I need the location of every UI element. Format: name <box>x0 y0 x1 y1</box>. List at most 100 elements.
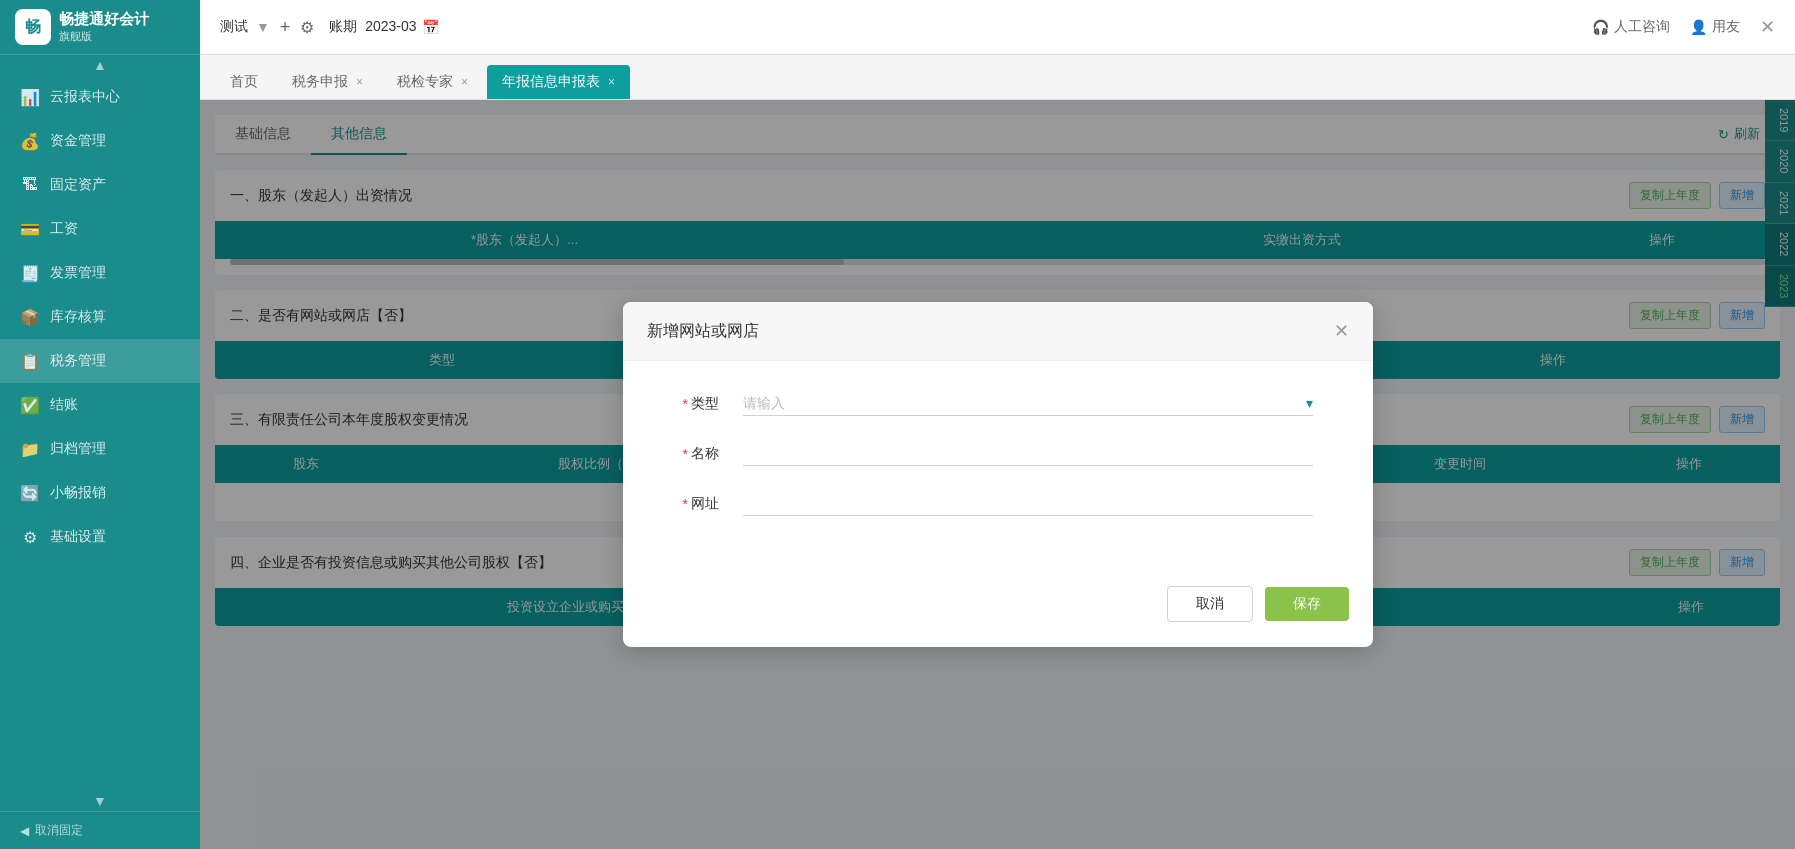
tab-annual-close[interactable]: × <box>608 75 615 89</box>
sidebar-item-jiezhang[interactable]: ✅ 结账 <box>0 383 200 427</box>
content: 基础信息 其他信息 ↻ 刷新 一、股东（发起人）出资情况 复制 <box>200 100 1795 849</box>
tab-annual[interactable]: 年报信息申报表 × <box>487 65 630 99</box>
dialog-close-button[interactable]: ✕ <box>1334 320 1349 342</box>
sidebar-item-label: 基础设置 <box>50 528 106 546</box>
type-input[interactable] <box>743 395 1306 411</box>
topbar-right: 🎧 人工咨询 👤 用友 ✕ <box>1592 16 1775 38</box>
sidebar-item-jichu[interactable]: ⚙ 基础设置 <box>0 515 200 559</box>
jiezhang-icon: ✅ <box>20 395 40 415</box>
add-button[interactable]: + <box>280 17 291 38</box>
sidebar-item-label: 库存核算 <box>50 308 106 326</box>
tab-tax[interactable]: 税务申报 × <box>277 65 378 99</box>
cancel-button[interactable]: 取消 <box>1167 586 1253 622</box>
save-button[interactable]: 保存 <box>1265 587 1349 621</box>
tab-home[interactable]: 首页 <box>215 65 273 99</box>
sidebar-item-zijin[interactable]: 💰 资金管理 <box>0 119 200 163</box>
form-row-name: * 名称 <box>683 441 1313 466</box>
settings-icon[interactable]: ⚙ <box>300 18 314 37</box>
url-input[interactable] <box>743 495 1313 511</box>
gudingzichan-icon: 🏗 <box>20 175 40 195</box>
kucun-icon: 📦 <box>20 307 40 327</box>
yunbaobiao-icon: 📊 <box>20 87 40 107</box>
sidebar-bottom-label: 取消固定 <box>35 822 83 839</box>
label-text-name: 名称 <box>691 445 719 463</box>
sidebar-item-label: 发票管理 <box>50 264 106 282</box>
dialog-footer: 取消 保存 <box>623 571 1373 647</box>
period-text: 账期 <box>329 18 357 34</box>
fapiao-icon: 🧾 <box>20 263 40 283</box>
topbar-close-button[interactable]: ✕ <box>1760 16 1775 38</box>
period-label: 账期 2023-03 <box>329 18 416 36</box>
sidebar-item-xiaochangbaoxiao[interactable]: 🔄 小畅报销 <box>0 471 200 515</box>
shuiwu-icon: 📋 <box>20 351 40 371</box>
sidebar-item-gongzi[interactable]: 💳 工资 <box>0 207 200 251</box>
form-input-wrap-url <box>743 491 1313 516</box>
tab-home-label: 首页 <box>230 73 258 91</box>
label-text-type: 类型 <box>691 395 719 413</box>
sidebar-nav: 📊 云报表中心 💰 资金管理 🏗 固定资产 💳 工资 🧾 发票管理 📦 <box>0 75 200 791</box>
sidebar-scroll-up[interactable]: ▲ <box>0 55 200 75</box>
service-label: 人工咨询 <box>1614 18 1670 36</box>
jichu-icon: ⚙ <box>20 527 40 547</box>
sidebar-item-guidang[interactable]: 📁 归档管理 <box>0 427 200 471</box>
sidebar-item-label: 云报表中心 <box>50 88 120 106</box>
tab-annual-label: 年报信息申报表 <box>502 73 600 91</box>
dialog-title: 新增网站或网店 <box>647 321 759 342</box>
sidebar-item-label: 小畅报销 <box>50 484 106 502</box>
sidebar-item-gudingzichan[interactable]: 🏗 固定资产 <box>0 163 200 207</box>
tab-tax-label: 税务申报 <box>292 73 348 91</box>
type-dropdown-icon[interactable]: ▾ <box>1306 395 1313 411</box>
xiaochangbaoxiao-icon: 🔄 <box>20 483 40 503</box>
form-input-wrap-type: ▾ <box>743 391 1313 416</box>
form-label-url: * 网址 <box>683 495 743 513</box>
sidebar-item-label: 结账 <box>50 396 78 414</box>
sidebar-item-label: 工资 <box>50 220 78 238</box>
sidebar-item-label: 固定资产 <box>50 176 106 194</box>
pin-icon: ◀ <box>20 824 29 838</box>
form-input-wrap-name <box>743 441 1313 466</box>
form-row-url: * 网址 <box>683 491 1313 516</box>
company-dropdown-arrow[interactable]: ▼ <box>256 19 270 35</box>
name-input[interactable] <box>743 445 1313 461</box>
form-field-url: * 网址 <box>683 491 1313 516</box>
service-button[interactable]: 🎧 人工咨询 <box>1592 18 1670 36</box>
sidebar-item-label: 归档管理 <box>50 440 106 458</box>
logo-icon: 畅 <box>15 9 51 45</box>
user-label: 用友 <box>1712 18 1740 36</box>
form-field-type: * 类型 ▾ <box>683 391 1313 416</box>
sidebar-item-fapiao[interactable]: 🧾 发票管理 <box>0 251 200 295</box>
guidang-icon: 📁 <box>20 439 40 459</box>
main: 测试 ▼ + ⚙ 账期 2023-03 📅 🎧 人工咨询 👤 用友 ✕ <box>200 0 1795 849</box>
logo: 畅 畅捷通好会计 旗舰版 <box>0 0 200 55</box>
company-selector[interactable]: 测试 ▼ <box>220 18 270 36</box>
user-button[interactable]: 👤 用友 <box>1690 18 1740 36</box>
required-marker-name: * <box>683 446 688 462</box>
label-text-url: 网址 <box>691 495 719 513</box>
sidebar: 畅 畅捷通好会计 旗舰版 ▲ 📊 云报表中心 💰 资金管理 🏗 固定资产 💳 <box>0 0 200 849</box>
period-value: 2023-03 <box>365 18 416 34</box>
sidebar-item-yunbaobiao[interactable]: 📊 云报表中心 <box>0 75 200 119</box>
tab-taxcheck-close[interactable]: × <box>461 75 468 89</box>
add-website-dialog: 新增网站或网店 ✕ * 类型 <box>623 302 1373 647</box>
company-name: 测试 <box>220 18 248 36</box>
form-row-type: * 类型 ▾ <box>683 391 1313 416</box>
dialog-header: 新增网站或网店 ✕ <box>623 302 1373 361</box>
tabbar: 首页 税务申报 × 税检专家 × 年报信息申报表 × <box>200 55 1795 100</box>
zijin-icon: 💰 <box>20 131 40 151</box>
tab-taxcheck[interactable]: 税检专家 × <box>382 65 483 99</box>
gongzi-icon: 💳 <box>20 219 40 239</box>
sidebar-item-label: 资金管理 <box>50 132 106 150</box>
tab-taxcheck-label: 税检专家 <box>397 73 453 91</box>
calendar-icon[interactable]: 📅 <box>422 19 439 35</box>
sidebar-item-label: 税务管理 <box>50 352 106 370</box>
sidebar-item-shuiwu[interactable]: 📋 税务管理 <box>0 339 200 383</box>
sidebar-scroll-down[interactable]: ▼ <box>0 791 200 811</box>
sidebar-item-kucun[interactable]: 📦 库存核算 <box>0 295 200 339</box>
dialog-overlay: 新增网站或网店 ✕ * 类型 <box>200 100 1795 849</box>
sidebar-bottom[interactable]: ◀ 取消固定 <box>0 811 200 849</box>
logo-name: 畅捷通好会计 <box>59 10 149 29</box>
form-field-name: * 名称 <box>683 441 1313 466</box>
headset-icon: 🎧 <box>1592 19 1609 35</box>
dialog-body: * 类型 ▾ <box>623 361 1373 571</box>
tab-tax-close[interactable]: × <box>356 75 363 89</box>
